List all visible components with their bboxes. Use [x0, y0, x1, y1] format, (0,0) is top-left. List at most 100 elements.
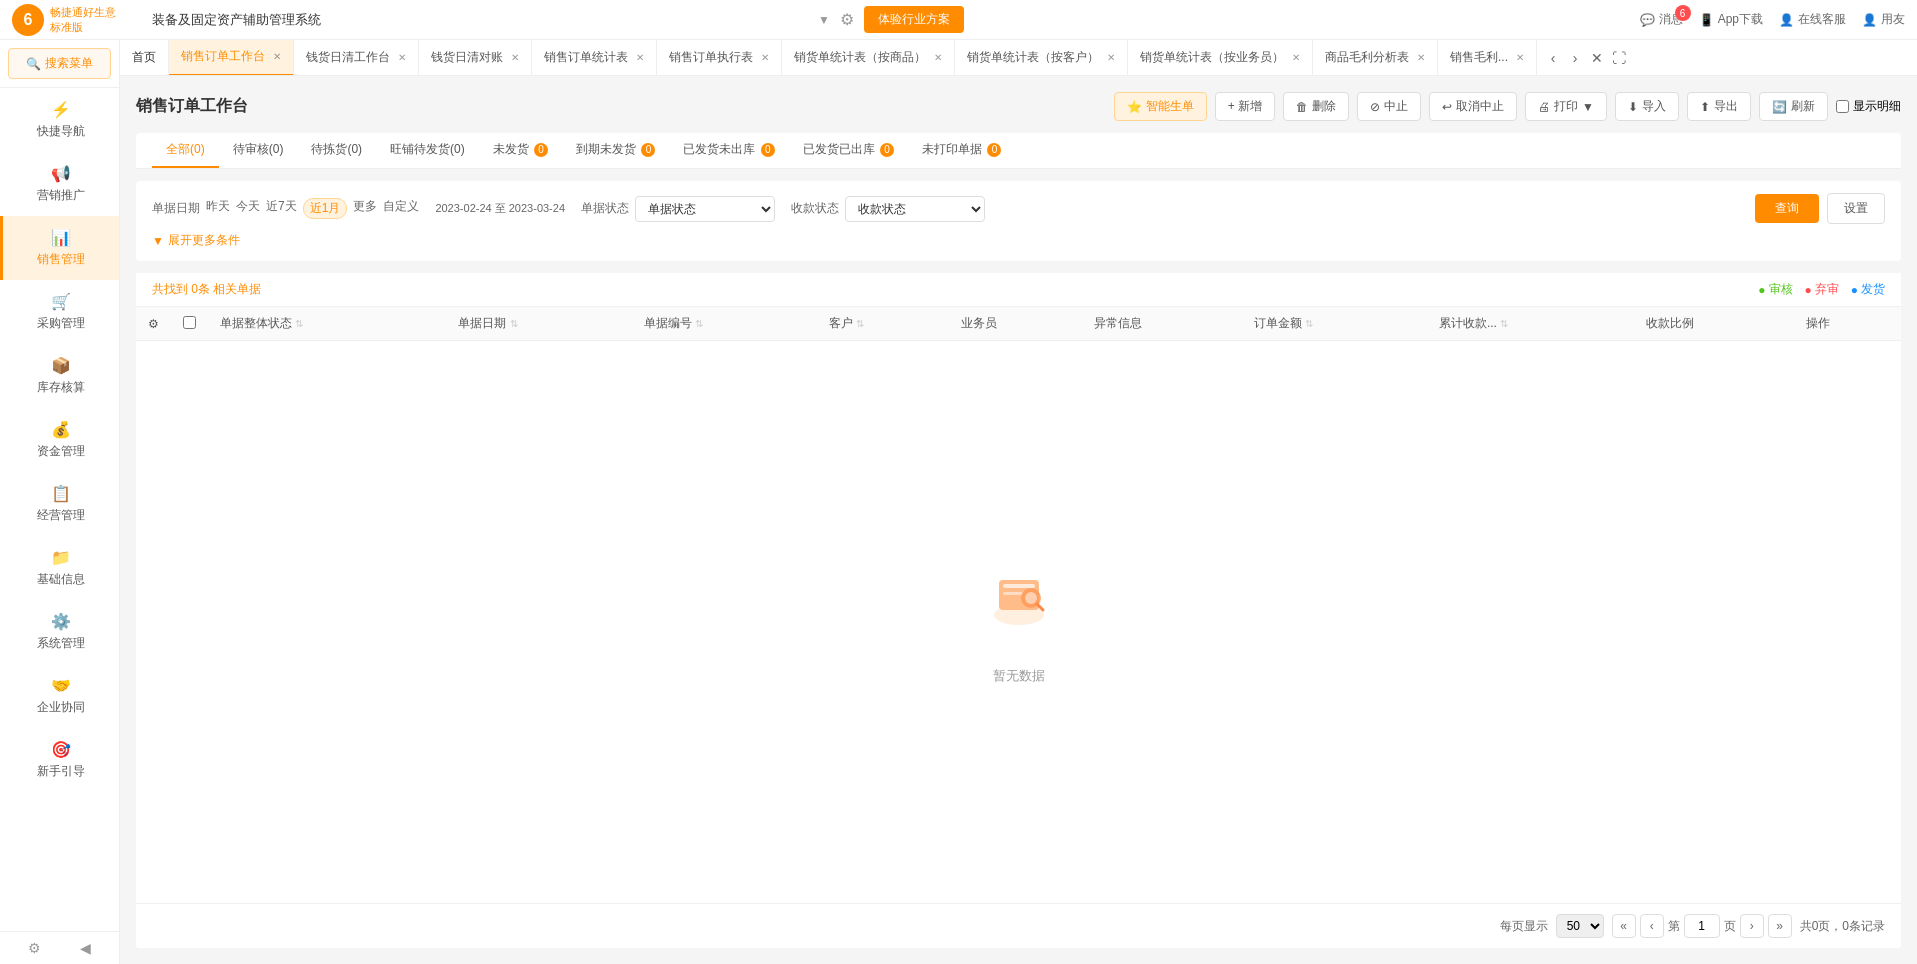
sub-tab-shop-pending[interactable]: 旺铺待发货(0) [376, 133, 479, 168]
tab-close-all-btn[interactable]: ✕ [1587, 48, 1607, 68]
batch-ship-btn[interactable]: ● 发货 [1851, 281, 1885, 298]
tab-close-cash-daily[interactable]: ✕ [398, 52, 406, 63]
tab-sales-exec[interactable]: 销售订单执行表 ✕ [657, 40, 782, 76]
page-first-btn[interactable]: « [1612, 914, 1636, 938]
date-more[interactable]: 更多 [353, 198, 377, 219]
set-btn[interactable]: 设置 [1827, 193, 1885, 224]
tab-close-sales-stats[interactable]: ✕ [636, 52, 644, 63]
sidebar-item-management[interactable]: 📋 经营管理 [0, 472, 119, 536]
tab-sales-stats[interactable]: 销售订单统计表 ✕ [532, 40, 657, 76]
search-menu-btn[interactable]: 🔍 搜索菜单 [8, 48, 111, 79]
sidebar-item-guide[interactable]: 🎯 新手引导 [0, 728, 119, 792]
sidebar-item-system[interactable]: ⚙️ 系统管理 [0, 600, 119, 664]
settings-icon[interactable]: ⚙ [840, 10, 854, 29]
sidebar-item-enterprise[interactable]: 🤝 企业协同 [0, 664, 119, 728]
sort-number-icon[interactable]: ⇅ [695, 318, 703, 329]
sidebar-item-purchase[interactable]: 🛒 采购管理 [0, 280, 119, 344]
th-customer: 客户 ⇅ [817, 307, 949, 341]
tab-close-sales-gross[interactable]: ✕ [1516, 52, 1524, 63]
per-page-select[interactable]: 50 [1556, 914, 1604, 938]
refresh-btn[interactable]: 🔄 刷新 [1759, 92, 1828, 121]
th-settings[interactable]: ⚙ [136, 307, 171, 341]
tab-close-sales-order[interactable]: ✕ [273, 51, 281, 62]
date-today[interactable]: 今天 [236, 198, 260, 219]
dropdown-icon[interactable]: ▼ [818, 13, 830, 27]
show-detail-label[interactable]: 显示明细 [1836, 98, 1901, 115]
sort-customer-icon[interactable]: ⇅ [856, 318, 864, 329]
stop-icon: ⊘ [1370, 100, 1380, 114]
tab-gross-profit[interactable]: 商品毛利分析表 ✕ [1313, 40, 1438, 76]
th-checkbox[interactable] [171, 307, 208, 341]
smart-create-btn[interactable]: ⭐ 智能生单 [1114, 92, 1207, 121]
tab-sales-staff[interactable]: 销货单统计表（按业务员） ✕ [1128, 40, 1313, 76]
tab-close-sales-staff[interactable]: ✕ [1292, 52, 1300, 63]
sub-tab-pending-pick[interactable]: 待拣货(0) [297, 133, 376, 168]
expand-conditions-btn[interactable]: ▼ 展开更多条件 [152, 232, 1885, 249]
status-select[interactable]: 单据状态 [635, 196, 775, 222]
show-detail-checkbox[interactable] [1836, 100, 1849, 113]
date-7days[interactable]: 近7天 [266, 198, 297, 219]
page-number-input[interactable] [1684, 914, 1720, 938]
sidebar-item-inventory[interactable]: 📦 库存核算 [0, 344, 119, 408]
tab-close-sales-customer[interactable]: ✕ [1107, 52, 1115, 63]
batch-audit-btn[interactable]: ● 审核 [1758, 281, 1792, 298]
payment-select[interactable]: 收款状态 [845, 196, 985, 222]
sub-tab-unshipped[interactable]: 未发货 0 [479, 133, 562, 168]
tab-cash-daily[interactable]: 钱货日清工作台 ✕ [294, 40, 419, 76]
sidebar-collapse-btn[interactable]: ◀ [80, 940, 91, 956]
tab-cash-reconcile[interactable]: 钱货日清对账 ✕ [419, 40, 532, 76]
date-custom[interactable]: 自定义 [383, 198, 419, 219]
sub-tab-unprinted[interactable]: 未打印单据 0 [908, 133, 1015, 168]
sort-date-icon[interactable]: ⇅ [510, 318, 518, 329]
tab-sales-gross[interactable]: 销售毛利... ✕ [1438, 40, 1537, 76]
tab-sales-goods[interactable]: 销货单统计表（按商品） ✕ [782, 40, 955, 76]
sub-tab-pending-review[interactable]: 待审核(0) [219, 133, 298, 168]
date-yesterday[interactable]: 昨天 [206, 198, 230, 219]
tab-prev-btn[interactable]: ‹ [1543, 48, 1563, 68]
tab-sales-customer[interactable]: 销货单统计表（按客户） ✕ [955, 40, 1128, 76]
query-btn[interactable]: 查询 [1755, 194, 1819, 223]
sidebar-item-sales[interactable]: 📊 销售管理 [0, 216, 119, 280]
sidebar-item-finance[interactable]: 💰 资金管理 [0, 408, 119, 472]
sidebar-item-quick-nav[interactable]: ⚡ 快捷导航 [0, 88, 119, 152]
print-btn[interactable]: 🖨 打印 ▼ [1525, 92, 1607, 121]
date-range-display: 2023-02-24 至 2023-03-24 [435, 201, 565, 216]
batch-reverse-btn[interactable]: ● 弃审 [1805, 281, 1839, 298]
sort-amount-icon[interactable]: ⇅ [1305, 318, 1313, 329]
select-all-checkbox[interactable] [183, 316, 196, 329]
sidebar-settings-btn[interactable]: ⚙ [28, 940, 41, 956]
page-last-btn[interactable]: » [1768, 914, 1792, 938]
message-btn[interactable]: 💬 消息 6 [1640, 11, 1683, 28]
sidebar-item-marketing[interactable]: 📢 营销推广 [0, 152, 119, 216]
stop-btn[interactable]: ⊘ 中止 [1357, 92, 1421, 121]
sort-status-icon[interactable]: ⇅ [295, 318, 303, 329]
tab-close-gross-profit[interactable]: ✕ [1417, 52, 1425, 63]
user-btn[interactable]: 👤 用友 [1862, 11, 1905, 28]
page-prev-btn[interactable]: ‹ [1640, 914, 1664, 938]
trial-btn[interactable]: 体验行业方案 [864, 6, 964, 33]
sub-tab-shipped-not-out[interactable]: 已发货未出库 0 [669, 133, 788, 168]
date-1month[interactable]: 近1月 [303, 198, 348, 219]
sidebar-item-basic-info[interactable]: 📁 基础信息 [0, 536, 119, 600]
sub-tab-shipped-out[interactable]: 已发货已出库 0 [789, 133, 908, 168]
export-btn[interactable]: ⬆ 导出 [1687, 92, 1751, 121]
tab-close-cash-reconcile[interactable]: ✕ [511, 52, 519, 63]
tab-next-btn[interactable]: › [1565, 48, 1585, 68]
tab-expand-btn[interactable]: ⛶ [1609, 48, 1629, 68]
sub-tab-overdue[interactable]: 到期未发货 0 [562, 133, 669, 168]
tab-close-sales-exec[interactable]: ✕ [761, 52, 769, 63]
sort-cumulative-icon[interactable]: ⇅ [1500, 318, 1508, 329]
app-download-btn[interactable]: 📱 App下载 [1699, 11, 1763, 28]
table-meta: 共找到 0条 相关单据 ● 审核 ● 弃审 [136, 273, 1901, 307]
sub-tab-all[interactable]: 全部(0) [152, 133, 219, 168]
delete-btn[interactable]: 🗑 删除 [1283, 92, 1349, 121]
tab-sales-order[interactable]: 销售订单工作台 ✕ [169, 40, 294, 76]
import-btn[interactable]: ⬇ 导入 [1615, 92, 1679, 121]
tab-close-sales-goods[interactable]: ✕ [934, 52, 942, 63]
page-next-btn[interactable]: › [1740, 914, 1764, 938]
add-btn[interactable]: + 新增 [1215, 92, 1275, 121]
online-service-btn[interactable]: 👤 在线客服 [1779, 11, 1846, 28]
cancel-stop-btn[interactable]: ↩ 取消中止 [1429, 92, 1517, 121]
tab-home[interactable]: 首页 [120, 40, 169, 76]
system-icon: ⚙️ [51, 612, 71, 631]
